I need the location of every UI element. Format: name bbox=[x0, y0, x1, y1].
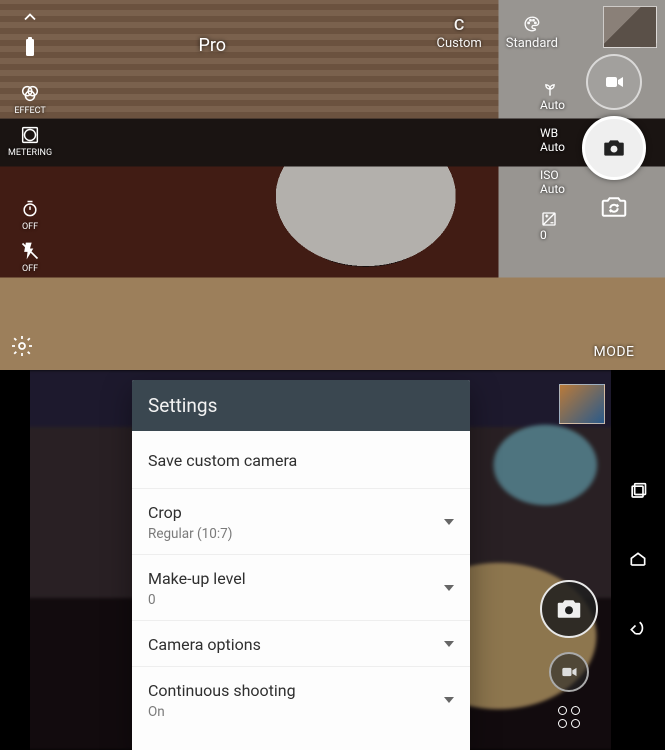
row-title: Save custom camera bbox=[148, 451, 454, 470]
gear-icon bbox=[10, 334, 34, 358]
timer-button[interactable]: OFF bbox=[8, 198, 52, 232]
focus-control[interactable]: Auto bbox=[540, 80, 565, 112]
gallery-thumbnail[interactable] bbox=[559, 384, 605, 424]
wb-control[interactable]: WB Auto bbox=[540, 126, 565, 154]
camera-icon bbox=[554, 594, 584, 624]
effect-icon bbox=[19, 82, 41, 104]
mode-button[interactable]: MODE bbox=[594, 344, 635, 360]
settings-sheet: Settings Save custom camera Crop Regular… bbox=[132, 380, 470, 750]
settings-row-save-custom[interactable]: Save custom camera bbox=[132, 431, 470, 489]
effect-button[interactable]: EFFECT bbox=[8, 82, 52, 116]
mode-custom[interactable]: C Custom bbox=[424, 15, 493, 51]
row-sub: On bbox=[148, 704, 454, 720]
pro-controls-column: Auto WB Auto ISO Auto 0 bbox=[540, 80, 565, 242]
settings-body[interactable]: Save custom camera Crop Regular (10:7) M… bbox=[132, 431, 470, 750]
ev-value: 0 bbox=[540, 228, 547, 242]
mode-standard-label: Standard bbox=[506, 36, 558, 51]
recents-icon bbox=[628, 482, 648, 502]
flash-button[interactable]: OFF bbox=[8, 240, 52, 274]
row-title: Crop bbox=[148, 503, 454, 522]
android-nav-bar bbox=[611, 370, 665, 750]
settings-row-continuous[interactable]: Continuous shooting On bbox=[132, 667, 470, 732]
chevron-down-icon bbox=[444, 585, 454, 591]
metering-icon bbox=[19, 124, 41, 146]
exposure-icon bbox=[540, 210, 560, 228]
wb-value: Auto bbox=[540, 140, 565, 154]
custom-c-icon: C bbox=[450, 15, 468, 33]
switch-camera-icon bbox=[599, 192, 629, 222]
back-button[interactable] bbox=[626, 616, 650, 640]
battery-indicator bbox=[8, 36, 52, 58]
iso-value: Auto bbox=[540, 182, 565, 196]
mode-label-pro: Pro bbox=[198, 35, 226, 60]
timer-label: OFF bbox=[22, 222, 38, 232]
dot-icon bbox=[558, 719, 567, 728]
row-title: Make-up level bbox=[148, 569, 454, 588]
shutter-button[interactable] bbox=[540, 580, 598, 638]
mode-custom-label: Custom bbox=[436, 36, 481, 51]
row-title: Camera options bbox=[148, 635, 454, 654]
timer-icon bbox=[19, 198, 41, 220]
video-icon bbox=[559, 662, 579, 682]
right-action-column: MODE bbox=[569, 6, 659, 364]
settings-row-camera-options[interactable]: Camera options bbox=[132, 621, 470, 667]
focus-value: Auto bbox=[540, 98, 565, 112]
right-camera-column bbox=[533, 376, 605, 744]
mode-standard[interactable]: Standard bbox=[494, 15, 570, 51]
dot-icon bbox=[571, 719, 580, 728]
chevron-down-icon bbox=[444, 519, 454, 525]
effect-label: EFFECT bbox=[14, 106, 45, 116]
chevron-down-icon bbox=[444, 641, 454, 647]
palette-icon bbox=[523, 15, 541, 33]
collapse-up-button[interactable] bbox=[8, 6, 52, 28]
battery-icon bbox=[19, 36, 41, 58]
settings-button[interactable] bbox=[10, 334, 34, 358]
back-icon bbox=[628, 618, 648, 638]
metering-label: METERING bbox=[8, 148, 52, 158]
iso-control[interactable]: ISO Auto bbox=[540, 168, 565, 196]
home-icon bbox=[628, 550, 648, 570]
macro-icon bbox=[540, 80, 560, 98]
settings-header: Settings bbox=[132, 380, 470, 431]
settings-row-makeup[interactable]: Make-up level 0 bbox=[132, 555, 470, 621]
left-tool-column: EFFECT METERING OFF OFF bbox=[8, 6, 52, 274]
home-button[interactable] bbox=[626, 548, 650, 572]
dot-icon bbox=[571, 706, 580, 715]
video-record-button[interactable] bbox=[586, 54, 642, 110]
recents-button[interactable] bbox=[626, 480, 650, 504]
flash-off-icon bbox=[19, 240, 41, 262]
row-sub: Regular (10:7) bbox=[148, 526, 454, 542]
mode-grid-button[interactable] bbox=[558, 706, 580, 728]
chevron-up-icon bbox=[19, 6, 41, 28]
shutter-button[interactable] bbox=[582, 116, 646, 180]
video-record-button[interactable] bbox=[549, 652, 589, 692]
gallery-thumbnail[interactable] bbox=[603, 6, 657, 48]
iso-pre: ISO bbox=[540, 168, 559, 182]
settings-camera-panel: Settings Save custom camera Crop Regular… bbox=[0, 370, 665, 750]
row-sub: 0 bbox=[148, 592, 454, 608]
mode-row: Pro C Custom Standard bbox=[0, 6, 570, 60]
ev-control[interactable]: 0 bbox=[540, 210, 565, 242]
pro-camera-panel: Pro C Custom Standard bbox=[0, 0, 665, 370]
row-title: Continuous shooting bbox=[148, 681, 454, 700]
flash-label: OFF bbox=[22, 264, 38, 274]
left-bezel bbox=[0, 370, 30, 750]
settings-row-crop[interactable]: Crop Regular (10:7) bbox=[132, 489, 470, 555]
metering-button[interactable]: METERING bbox=[8, 124, 52, 158]
camera-icon bbox=[601, 135, 627, 161]
dot-icon bbox=[558, 706, 567, 715]
video-icon bbox=[602, 70, 626, 94]
chevron-down-icon bbox=[444, 697, 454, 703]
wb-pre: WB bbox=[540, 126, 558, 140]
switch-camera-button[interactable] bbox=[599, 192, 629, 222]
